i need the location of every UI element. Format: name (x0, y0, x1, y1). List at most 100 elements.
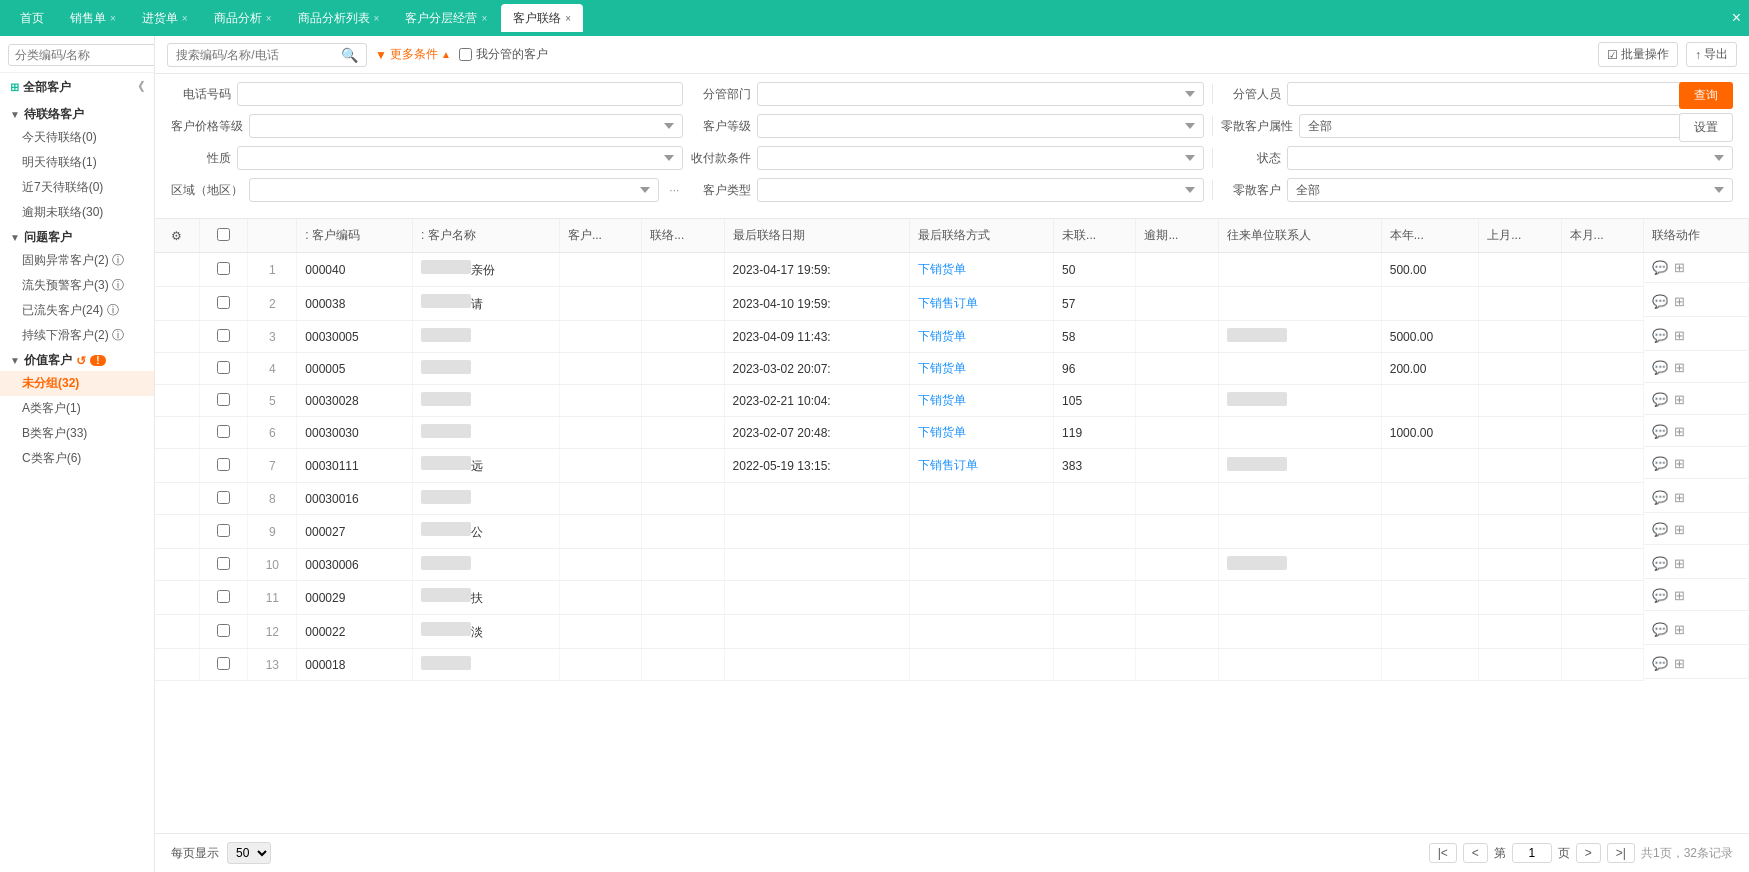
grid-action-icon[interactable]: ⊞ (1674, 490, 1685, 505)
main-search-input[interactable] (176, 48, 337, 62)
phone-action-icon[interactable]: 💬 (1652, 522, 1668, 537)
tab-purchase-close[interactable]: × (182, 13, 188, 24)
last-contact-way-link[interactable]: 下销货单 (918, 425, 966, 439)
phone-action-icon[interactable]: 💬 (1652, 588, 1668, 603)
phone-action-icon[interactable]: 💬 (1652, 556, 1668, 571)
sidebar-all-customers[interactable]: ⊞ 全部客户 《 (0, 73, 154, 102)
sidebar-collapse-icon[interactable]: 《 (132, 79, 144, 96)
tab-customer-tier-close[interactable]: × (481, 13, 487, 24)
tab-sales[interactable]: 销售单 × (58, 4, 128, 32)
phone-action-icon[interactable]: 💬 (1652, 260, 1668, 275)
tab-customer-contact[interactable]: 客户联络 × (501, 4, 583, 32)
sidebar-item-declining[interactable]: 持续下滑客户(2) ⓘ (0, 323, 154, 348)
next-page-button[interactable]: > (1576, 843, 1601, 863)
col-type[interactable]: 客户... (559, 219, 641, 253)
query-button[interactable]: 查询 (1679, 82, 1733, 109)
row-checkbox[interactable] (217, 624, 230, 637)
sidebar-item-tomorrow[interactable]: 明天待联络(1) (0, 150, 154, 175)
col-no-contact[interactable]: 未联... (1054, 219, 1136, 253)
row-checkbox[interactable] (217, 557, 230, 570)
sidebar-item-loss-warning[interactable]: 流失预警客户(3) ⓘ (0, 273, 154, 298)
grid-action-icon[interactable]: ⊞ (1674, 424, 1685, 439)
more-conditions-button[interactable]: ▼ 更多条件 ▲ (375, 46, 451, 63)
tab-purchase[interactable]: 进货单 × (130, 4, 200, 32)
col-this-month[interactable]: 本月... (1561, 219, 1643, 253)
filter-retail-attr-select[interactable]: 全部 (1299, 114, 1733, 138)
tab-sales-close[interactable]: × (110, 13, 116, 24)
tab-goods-list[interactable]: 商品分析列表 × (286, 4, 392, 32)
per-page-select[interactable]: 50 (227, 842, 271, 864)
filter-status-select[interactable] (1287, 146, 1733, 170)
prev-page-button[interactable]: < (1463, 843, 1488, 863)
last-contact-way-link[interactable]: 下销售订单 (918, 296, 978, 310)
refresh-icon[interactable]: ↺ (76, 354, 86, 368)
last-contact-way-link[interactable]: 下销货单 (918, 329, 966, 343)
filter-dept-select[interactable] (757, 82, 1203, 106)
col-checkbox[interactable] (199, 219, 247, 253)
grid-action-icon[interactable]: ⊞ (1674, 328, 1685, 343)
col-overdue[interactable]: 逾期... (1136, 219, 1218, 253)
phone-action-icon[interactable]: 💬 (1652, 490, 1668, 505)
row-checkbox[interactable] (217, 458, 230, 471)
grid-action-icon[interactable]: ⊞ (1674, 260, 1685, 275)
sidebar-item-abnormal[interactable]: 固购异常客户(2) ⓘ (0, 248, 154, 273)
export-button[interactable]: ↑ 导出 (1686, 42, 1737, 67)
sidebar-group-pending[interactable]: ▼ 待联络客户 (0, 102, 154, 125)
row-checkbox[interactable] (217, 524, 230, 537)
sidebar-group-value[interactable]: ▼ 价值客户 ↺ ! (0, 348, 154, 371)
sidebar-group-problem[interactable]: ▼ 问题客户 (0, 225, 154, 248)
reset-button[interactable]: 设置 (1679, 113, 1733, 142)
phone-action-icon[interactable]: 💬 (1652, 656, 1668, 671)
col-settings[interactable]: ⚙ (155, 219, 199, 253)
phone-action-icon[interactable]: 💬 (1652, 622, 1668, 637)
last-page-button[interactable]: >| (1607, 843, 1635, 863)
grid-action-icon[interactable]: ⊞ (1674, 456, 1685, 471)
row-checkbox[interactable] (217, 262, 230, 275)
col-this-year[interactable]: 本年... (1381, 219, 1478, 253)
filter-customer-level-select[interactable] (757, 114, 1203, 138)
grid-action-icon[interactable]: ⊞ (1674, 656, 1685, 671)
sidebar-item-overdue[interactable]: 逾期未联络(30) (0, 200, 154, 225)
row-checkbox[interactable] (217, 361, 230, 374)
col-last-date[interactable]: 最后联络日期 (724, 219, 910, 253)
col-last-way[interactable]: 最后联络方式 (910, 219, 1054, 253)
phone-action-icon[interactable]: 💬 (1652, 360, 1668, 375)
page-number-input[interactable] (1512, 843, 1552, 863)
tab-goods-list-close[interactable]: × (374, 13, 380, 24)
row-checkbox[interactable] (217, 590, 230, 603)
last-contact-way-link[interactable]: 下销货单 (918, 262, 966, 276)
my-customers-checkbox[interactable] (459, 48, 472, 61)
grid-action-icon[interactable]: ⊞ (1674, 522, 1685, 537)
row-checkbox[interactable] (217, 393, 230, 406)
filter-phone-input[interactable] (237, 82, 683, 106)
sidebar-item-unclassified[interactable]: 未分组(32) (0, 371, 154, 396)
grid-action-icon[interactable]: ⊞ (1674, 556, 1685, 571)
row-checkbox[interactable] (217, 425, 230, 438)
grid-action-icon[interactable]: ⊞ (1674, 294, 1685, 309)
sidebar-item-today[interactable]: 今天待联络(0) (0, 125, 154, 150)
tab-goods-analysis[interactable]: 商品分析 × (202, 4, 284, 32)
sidebar-item-class-c[interactable]: C类客户(6) (0, 446, 154, 471)
sidebar-item-class-a[interactable]: A类客户(1) (0, 396, 154, 421)
sidebar-item-class-b[interactable]: B类客户(33) (0, 421, 154, 446)
phone-action-icon[interactable]: 💬 (1652, 424, 1668, 439)
last-contact-way-link[interactable]: 下销货单 (918, 361, 966, 375)
phone-action-icon[interactable]: 💬 (1652, 294, 1668, 309)
filter-region-select[interactable] (249, 178, 659, 202)
phone-action-icon[interactable]: 💬 (1652, 328, 1668, 343)
col-contact[interactable]: 联络... (642, 219, 724, 253)
row-checkbox[interactable] (217, 491, 230, 504)
last-contact-way-link[interactable]: 下销售订单 (918, 458, 978, 472)
filter-retail-customer-select[interactable]: 全部 (1287, 178, 1733, 202)
last-contact-way-link[interactable]: 下销货单 (918, 393, 966, 407)
phone-action-icon[interactable]: 💬 (1652, 456, 1668, 471)
grid-action-icon[interactable]: ⊞ (1674, 392, 1685, 407)
filter-region-ellipsis[interactable]: ··· (665, 183, 683, 197)
tab-goods-analysis-close[interactable]: × (266, 13, 272, 24)
window-close-button[interactable]: × (1732, 10, 1741, 26)
grid-action-icon[interactable]: ⊞ (1674, 588, 1685, 603)
filter-customer-type-select[interactable] (757, 178, 1203, 202)
tab-home[interactable]: 首页 (8, 4, 56, 32)
col-code[interactable]: : 客户编码 (297, 219, 413, 253)
tab-customer-contact-close[interactable]: × (565, 13, 571, 24)
